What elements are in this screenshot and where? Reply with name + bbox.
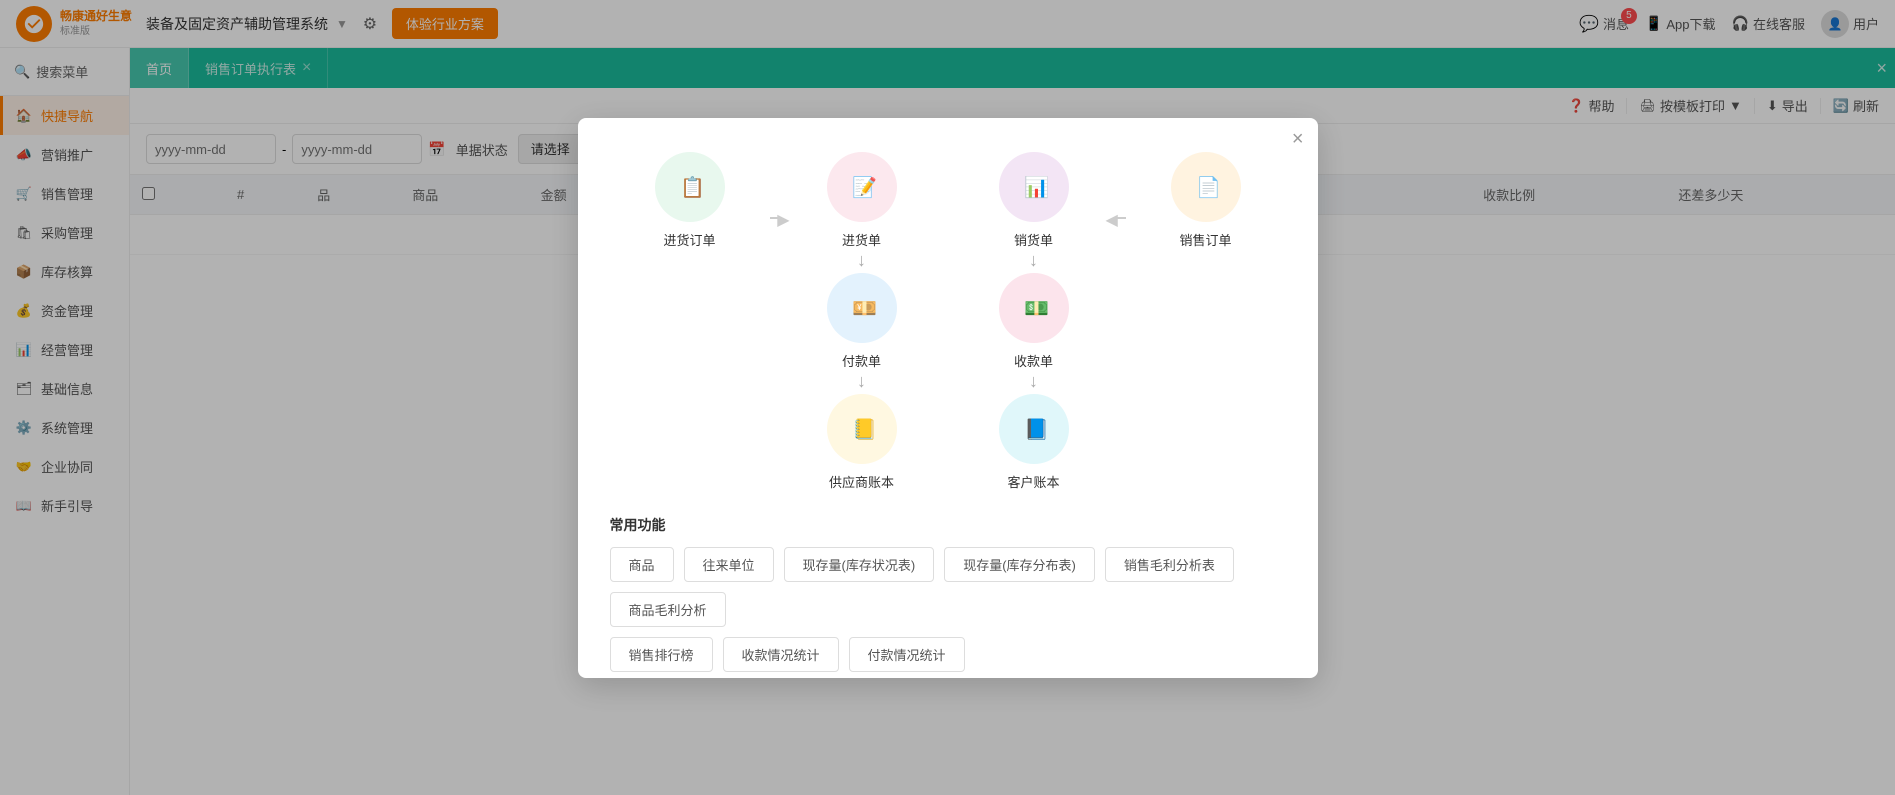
cf-btn-receipt-stats[interactable]: 收款情况统计	[723, 637, 839, 672]
cf-btn-stock-dist[interactable]: 现存量(库存分布表)	[944, 547, 1095, 582]
arrow-down-receipt: ↓	[1029, 372, 1038, 390]
receipt-label: 收款单	[1014, 351, 1053, 370]
arrow-down-sales-bill: ↓	[1029, 251, 1038, 269]
flow-col-customer-ledger: 📘 客户账本	[954, 394, 1114, 491]
customer-ledger-icon: 📘	[999, 394, 1069, 464]
modal-overlay[interactable]: × 📋 进货订单 ▶	[0, 0, 1895, 795]
sales-bill-icon: 📊	[999, 152, 1069, 222]
svg-text:💵: 💵	[1024, 298, 1049, 320]
cf-btn-partners[interactable]: 往来单位	[684, 547, 774, 582]
purchase-order-icon: 📋	[655, 152, 725, 222]
arrows-down-row2: ↓ ↓	[610, 370, 1286, 390]
modal-inner: 📋 进货订单 ▶ 📝 进货	[578, 118, 1318, 678]
common-functions: 常用功能 商品 往来单位 现存量(库存状况表) 现存量(库存分布表) 销售毛利分…	[610, 515, 1286, 672]
sales-order-icon: 📄	[1171, 152, 1241, 222]
svg-text:📒: 📒	[852, 418, 877, 441]
arrow-down-payment: ↓	[857, 372, 866, 390]
arrow-left-1: ◀	[1114, 182, 1126, 219]
customer-ledger-label: 客户账本	[1007, 472, 1059, 491]
cf-btn-payment-stats[interactable]: 付款情况统计	[849, 637, 965, 672]
arrow-right-1: ▶	[770, 182, 782, 219]
cf-btn-sales-profit[interactable]: 销售毛利分析表	[1105, 547, 1234, 582]
flow-col-payment: 💴 付款单	[782, 273, 942, 370]
arrow-down-purchase-bill: ↓	[857, 251, 866, 269]
flow-col-sales-order: 📄 销售订单	[1126, 152, 1286, 249]
cf-btn-sales-rank[interactable]: 销售排行榜	[610, 637, 713, 672]
cf-btn-stock-status[interactable]: 现存量(库存状况表)	[784, 547, 935, 582]
svg-text:📋: 📋	[680, 175, 705, 199]
flow-modal: × 📋 进货订单 ▶	[578, 118, 1318, 678]
sales-bill-label: 销货单	[1014, 230, 1053, 249]
arrows-down-row: ↓ ↓	[610, 249, 1286, 269]
cf-buttons: 商品 往来单位 现存量(库存状况表) 现存量(库存分布表) 销售毛利分析表 商品…	[610, 547, 1286, 627]
svg-text:💴: 💴	[852, 298, 877, 320]
cf-btn-goods-profit[interactable]: 商品毛利分析	[610, 592, 726, 627]
svg-text:📄: 📄	[1196, 175, 1221, 199]
svg-text:📘: 📘	[1024, 418, 1049, 441]
cf-buttons-2: 销售排行榜 收款情况统计 付款情况统计	[610, 637, 1286, 672]
flow-col-purchase-order: 📋 进货订单	[610, 152, 770, 249]
second-row: 💴 付款单 💵 收款单	[610, 273, 1286, 370]
purchase-bill-label: 进货单	[842, 230, 881, 249]
receipt-icon: 💵	[999, 273, 1069, 343]
flow-col-supplier-ledger: 📒 供应商账本	[782, 394, 942, 491]
purchase-bill-icon: 📝	[827, 152, 897, 222]
supplier-ledger-label: 供应商账本	[829, 472, 894, 491]
payment-icon: 💴	[827, 273, 897, 343]
flow-col-purchase-bill: 📝 进货单	[782, 152, 942, 249]
flow-col-sales-bill: 📊 销货单	[954, 152, 1114, 249]
flow-col-receipt: 💵 收款单	[954, 273, 1114, 370]
cf-btn-goods[interactable]: 商品	[610, 547, 674, 582]
sales-order-label: 销售订单	[1179, 230, 1231, 249]
supplier-ledger-icon: 📒	[827, 394, 897, 464]
svg-text:📝: 📝	[852, 175, 877, 199]
payment-label: 付款单	[842, 351, 881, 370]
purchase-order-label: 进货订单	[663, 230, 715, 249]
modal-close-btn[interactable]: ×	[1292, 128, 1304, 150]
third-row: 📒 供应商账本 📘 客户账本	[610, 394, 1286, 491]
common-functions-title: 常用功能	[610, 515, 1286, 535]
svg-text:📊: 📊	[1024, 175, 1049, 199]
flow-diagram: 📋 进货订单 ▶ 📝 进货	[610, 142, 1286, 491]
